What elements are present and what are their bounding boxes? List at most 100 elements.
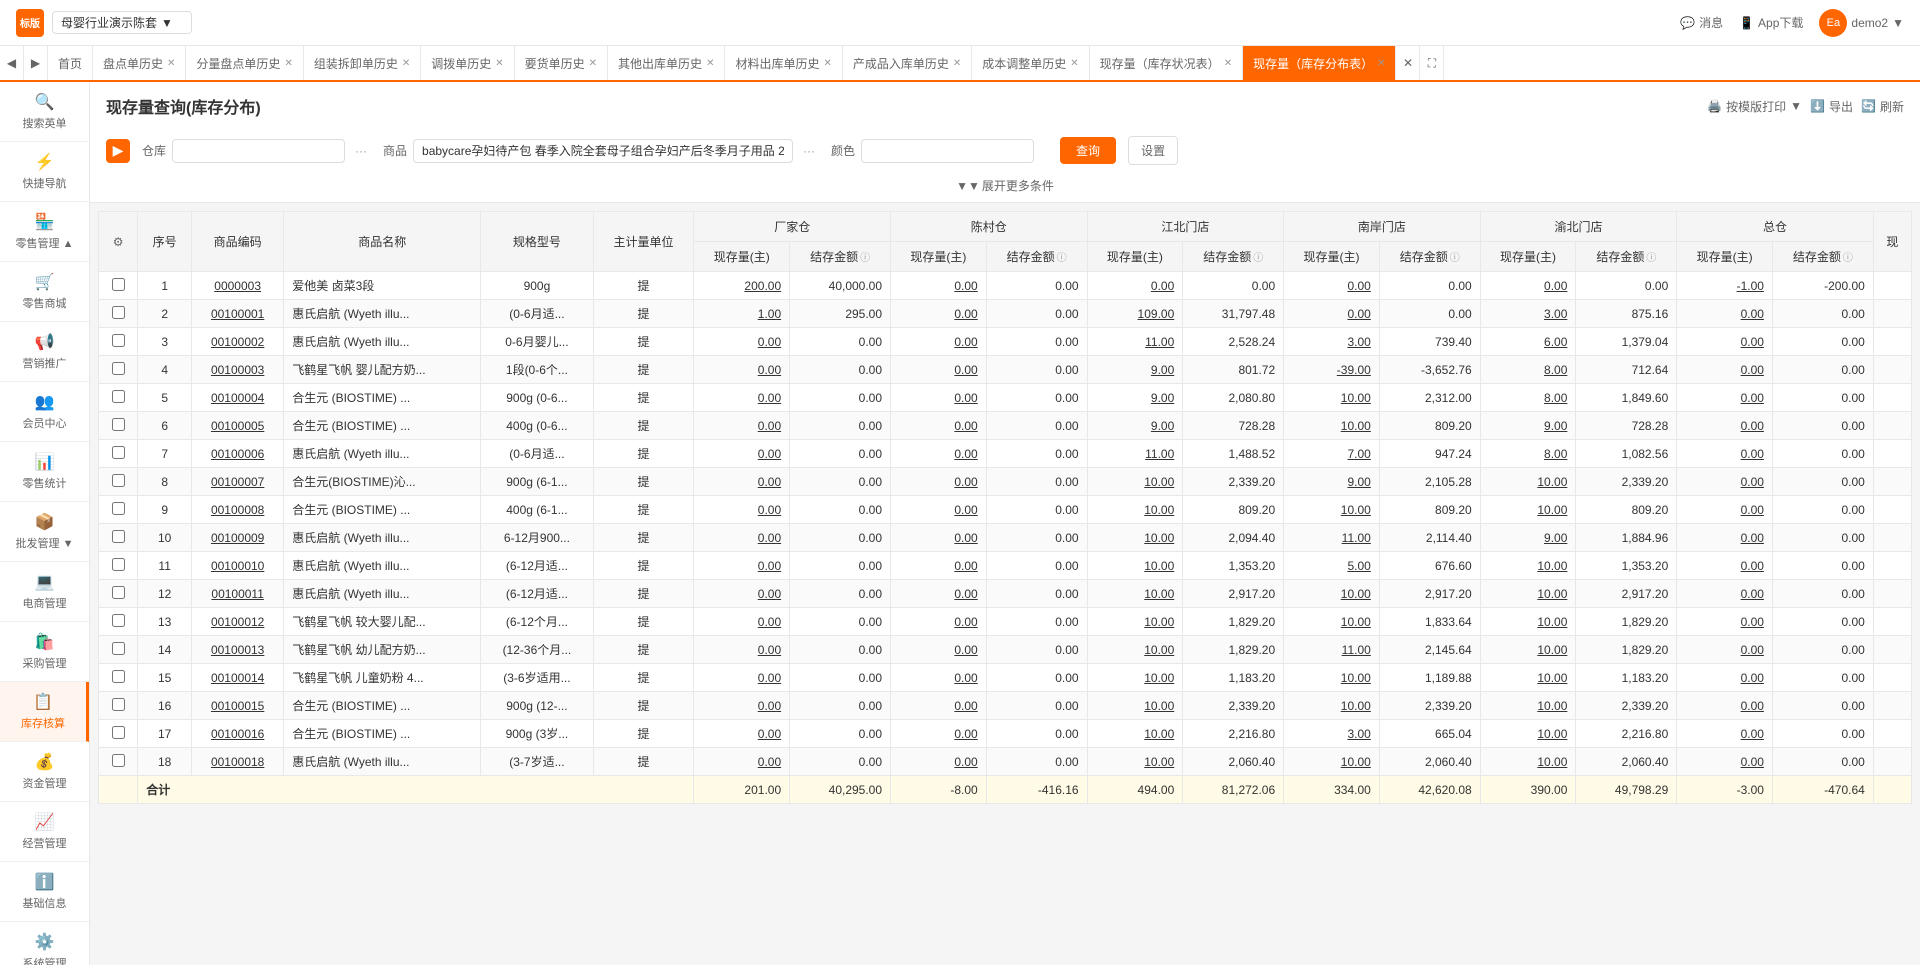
row-total-qty[interactable]: 0.00 xyxy=(1677,496,1773,524)
tab-close-icon[interactable]: ✕ xyxy=(167,58,175,69)
sidebar-item-search[interactable]: 🔍 搜索英单 xyxy=(0,82,89,142)
row-yubei-qty[interactable]: 10.00 xyxy=(1480,608,1576,636)
row-jiangbei-qty[interactable]: 10.00 xyxy=(1087,748,1183,776)
tab-close-icon[interactable]: ✕ xyxy=(706,58,714,69)
tab-sub-inventory[interactable]: 分量盘点单历史 ✕ xyxy=(186,46,303,81)
warehouse-input[interactable] xyxy=(172,139,345,163)
row-total-qty[interactable]: 0.00 xyxy=(1677,748,1773,776)
tab-home[interactable]: 首页 xyxy=(48,46,93,81)
tab-inventory-history[interactable]: 盘点单历史 ✕ xyxy=(93,46,186,81)
row-chenlan-qty[interactable]: 0.00 xyxy=(891,720,987,748)
row-yubei-qty[interactable]: 9.00 xyxy=(1480,412,1576,440)
row-total-qty[interactable]: -1.00 xyxy=(1677,272,1773,300)
row-chenlan-qty[interactable]: 0.00 xyxy=(891,552,987,580)
tab-close-icon[interactable]: ✕ xyxy=(1377,58,1385,69)
row-total-qty[interactable]: 0.00 xyxy=(1677,720,1773,748)
row-checkbox[interactable] xyxy=(99,384,138,412)
row-jiangbei-qty[interactable]: 11.00 xyxy=(1087,328,1183,356)
row-yubei-qty[interactable]: 8.00 xyxy=(1480,356,1576,384)
warehouse-dots-btn[interactable]: ··· xyxy=(351,144,371,158)
row-code[interactable]: 00100007 xyxy=(192,468,284,496)
row-code[interactable]: 00100001 xyxy=(192,300,284,328)
sidebar-item-retail-mgmt[interactable]: 🏪 零售管理 ▲ xyxy=(0,202,89,262)
row-total-qty[interactable]: 0.00 xyxy=(1677,356,1773,384)
row-nanan-qty[interactable]: 9.00 xyxy=(1284,468,1380,496)
row-jiangbei-qty[interactable]: 9.00 xyxy=(1087,384,1183,412)
row-checkbox[interactable] xyxy=(99,272,138,300)
row-checkbox[interactable] xyxy=(99,692,138,720)
row-factory-qty[interactable]: 0.00 xyxy=(694,580,790,608)
row-chenlan-qty[interactable]: 0.00 xyxy=(891,664,987,692)
store-selector[interactable]: 母婴行业演示陈套 ▼ xyxy=(52,11,192,34)
user-menu[interactable]: Ea demo2 ▼ xyxy=(1819,9,1904,37)
row-chenlan-qty[interactable]: 0.00 xyxy=(891,272,987,300)
tab-close-all-btn[interactable]: ✕ xyxy=(1396,46,1420,81)
row-chenlan-qty[interactable]: 0.00 xyxy=(891,300,987,328)
row-nanan-qty[interactable]: 0.00 xyxy=(1284,272,1380,300)
row-total-qty[interactable]: 0.00 xyxy=(1677,468,1773,496)
row-checkbox[interactable] xyxy=(99,748,138,776)
row-factory-qty[interactable]: 0.00 xyxy=(694,524,790,552)
color-input[interactable] xyxy=(861,139,1034,163)
goods-input[interactable] xyxy=(413,139,793,163)
goods-dots-btn[interactable]: ··· xyxy=(799,144,819,158)
tab-outbound[interactable]: 其他出库单历史 ✕ xyxy=(608,46,725,81)
row-nanan-qty[interactable]: 10.00 xyxy=(1284,384,1380,412)
row-jiangbei-qty[interactable]: 10.00 xyxy=(1087,552,1183,580)
row-jiangbei-qty[interactable]: 10.00 xyxy=(1087,580,1183,608)
sidebar-item-system[interactable]: ⚙️ 系统管理 xyxy=(0,922,89,965)
export-btn[interactable]: ⬇️ 导出 xyxy=(1810,98,1853,115)
row-yubei-qty[interactable]: 9.00 xyxy=(1480,524,1576,552)
row-total-qty[interactable]: 0.00 xyxy=(1677,328,1773,356)
row-yubei-qty[interactable]: 10.00 xyxy=(1480,580,1576,608)
tab-order[interactable]: 要货单历史 ✕ xyxy=(515,46,608,81)
tab-close-icon[interactable]: ✕ xyxy=(495,58,503,69)
row-total-qty[interactable]: 0.00 xyxy=(1677,552,1773,580)
row-factory-qty[interactable]: 0.00 xyxy=(694,692,790,720)
row-nanan-qty[interactable]: 11.00 xyxy=(1284,636,1380,664)
sidebar-item-retail-mall[interactable]: 🛒 零售商城 xyxy=(0,262,89,322)
row-checkbox[interactable] xyxy=(99,412,138,440)
row-nanan-qty[interactable]: 10.00 xyxy=(1284,692,1380,720)
row-chenlan-qty[interactable]: 0.00 xyxy=(891,748,987,776)
row-total-qty[interactable]: 0.00 xyxy=(1677,412,1773,440)
info-icon[interactable]: ⓘ xyxy=(1646,253,1656,264)
row-chenlan-qty[interactable]: 0.00 xyxy=(891,356,987,384)
settings-btn[interactable]: 设置 xyxy=(1128,136,1178,165)
row-total-qty[interactable]: 0.00 xyxy=(1677,440,1773,468)
message-btn[interactable]: 💬 消息 xyxy=(1680,14,1723,31)
row-total-qty[interactable]: 0.00 xyxy=(1677,580,1773,608)
row-yubei-qty[interactable]: 6.00 xyxy=(1480,328,1576,356)
info-icon[interactable]: ⓘ xyxy=(860,253,870,264)
row-yubei-qty[interactable]: 10.00 xyxy=(1480,720,1576,748)
row-code[interactable]: 00100005 xyxy=(192,412,284,440)
row-code[interactable]: 00100010 xyxy=(192,552,284,580)
row-nanan-qty[interactable]: 10.00 xyxy=(1284,608,1380,636)
row-checkbox[interactable] xyxy=(99,440,138,468)
row-code[interactable]: 00100004 xyxy=(192,384,284,412)
row-nanan-qty[interactable]: 3.00 xyxy=(1284,720,1380,748)
row-factory-qty[interactable]: 0.00 xyxy=(694,356,790,384)
row-factory-qty[interactable]: 0.00 xyxy=(694,412,790,440)
row-code[interactable]: 00100009 xyxy=(192,524,284,552)
tab-prev-btn[interactable]: ◀ xyxy=(0,46,24,81)
row-code[interactable]: 00100013 xyxy=(192,636,284,664)
row-code[interactable]: 00100018 xyxy=(192,748,284,776)
row-jiangbei-qty[interactable]: 109.00 xyxy=(1087,300,1183,328)
row-code[interactable]: 00100006 xyxy=(192,440,284,468)
row-code[interactable]: 00100014 xyxy=(192,664,284,692)
row-yubei-qty[interactable]: 10.00 xyxy=(1480,692,1576,720)
row-nanan-qty[interactable]: 5.00 xyxy=(1284,552,1380,580)
row-code[interactable]: 00100016 xyxy=(192,720,284,748)
row-code[interactable]: 00100003 xyxy=(192,356,284,384)
row-code[interactable]: 0000003 xyxy=(192,272,284,300)
row-checkbox[interactable] xyxy=(99,496,138,524)
expand-conditions-btn[interactable]: ▼▼ 展开更多条件 xyxy=(956,177,1054,194)
row-chenlan-qty[interactable]: 0.00 xyxy=(891,412,987,440)
tab-close-icon[interactable]: ✕ xyxy=(284,58,292,69)
sidebar-item-basic-info[interactable]: ℹ️ 基础信息 xyxy=(0,862,89,922)
row-chenlan-qty[interactable]: 0.00 xyxy=(891,692,987,720)
row-chenlan-qty[interactable]: 0.00 xyxy=(891,496,987,524)
row-total-qty[interactable]: 0.00 xyxy=(1677,636,1773,664)
row-yubei-qty[interactable]: 10.00 xyxy=(1480,664,1576,692)
